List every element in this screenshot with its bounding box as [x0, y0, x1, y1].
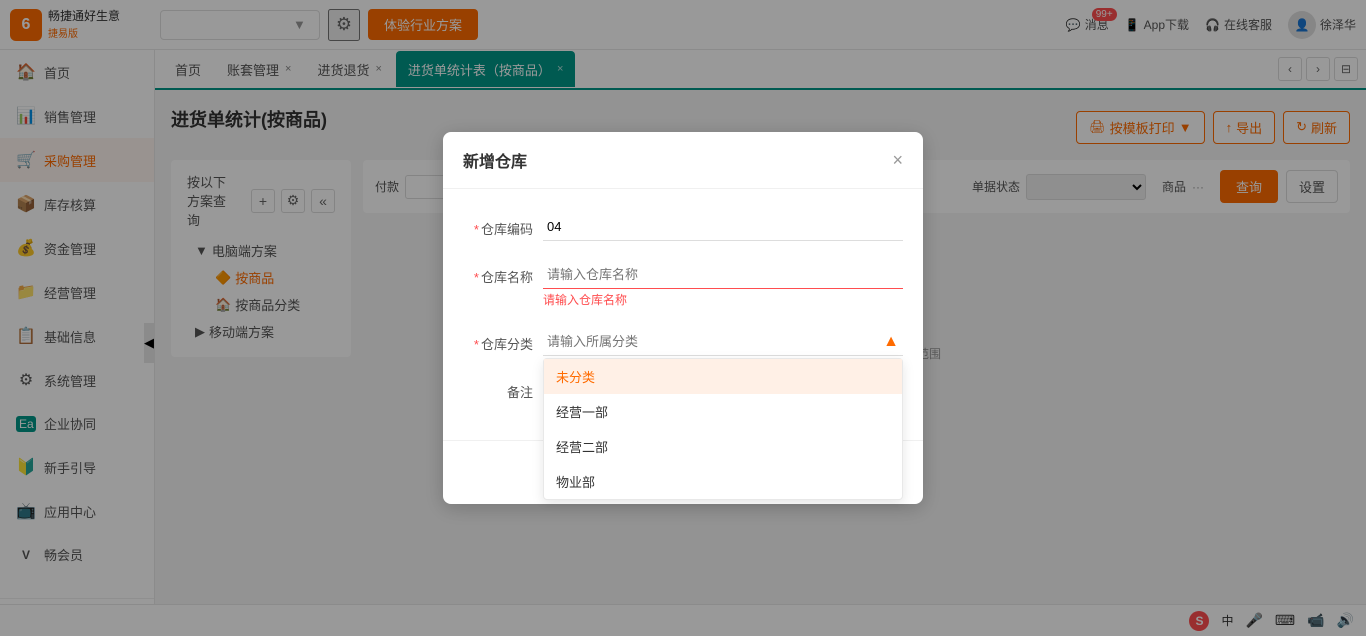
dropdown-option-0[interactable]: 未分类: [544, 359, 902, 394]
dialog-title: 新增仓库: [463, 148, 527, 172]
name-error-msg: 请输入仓库名称: [543, 291, 903, 308]
dialog-header: 新增仓库 ×: [443, 132, 923, 189]
category-control: ▲ 未分类 经营一部 经营二部 物业部: [543, 328, 903, 356]
name-label: *仓库名称: [463, 261, 543, 286]
dropdown-option-2[interactable]: 经营二部: [544, 429, 902, 464]
category-dropdown-list: 未分类 经营一部 经营二部 物业部: [543, 358, 903, 500]
form-row-code: *仓库编码: [463, 213, 903, 241]
warehouse-name-input[interactable]: [543, 261, 903, 289]
form-row-category: *仓库分类 ▲ 未分类 经营一部 经营二部 物业部: [463, 328, 903, 356]
name-control: 请输入仓库名称: [543, 261, 903, 308]
dropdown-option-3[interactable]: 物业部: [544, 464, 902, 499]
code-control: [543, 213, 903, 241]
warehouse-category-input[interactable]: [543, 328, 903, 356]
category-dropdown-toggle[interactable]: ▲: [883, 333, 899, 351]
dialog-close-button[interactable]: ×: [892, 150, 903, 171]
dialog-body: *仓库编码 *仓库名称 请输入仓库名称 *仓库分类: [443, 189, 923, 440]
code-label: *仓库编码: [463, 213, 543, 238]
form-row-name: *仓库名称 请输入仓库名称: [463, 261, 903, 308]
dropdown-option-1[interactable]: 经营一部: [544, 394, 902, 429]
warehouse-code-input[interactable]: [543, 213, 903, 241]
new-warehouse-dialog: 新增仓库 × *仓库编码 *仓库名称 请输入仓库名称: [443, 132, 923, 504]
dialog-overlay: 新增仓库 × *仓库编码 *仓库名称 请输入仓库名称: [0, 0, 1366, 636]
notes-label: 备注: [463, 376, 543, 401]
category-label: *仓库分类: [463, 328, 543, 353]
